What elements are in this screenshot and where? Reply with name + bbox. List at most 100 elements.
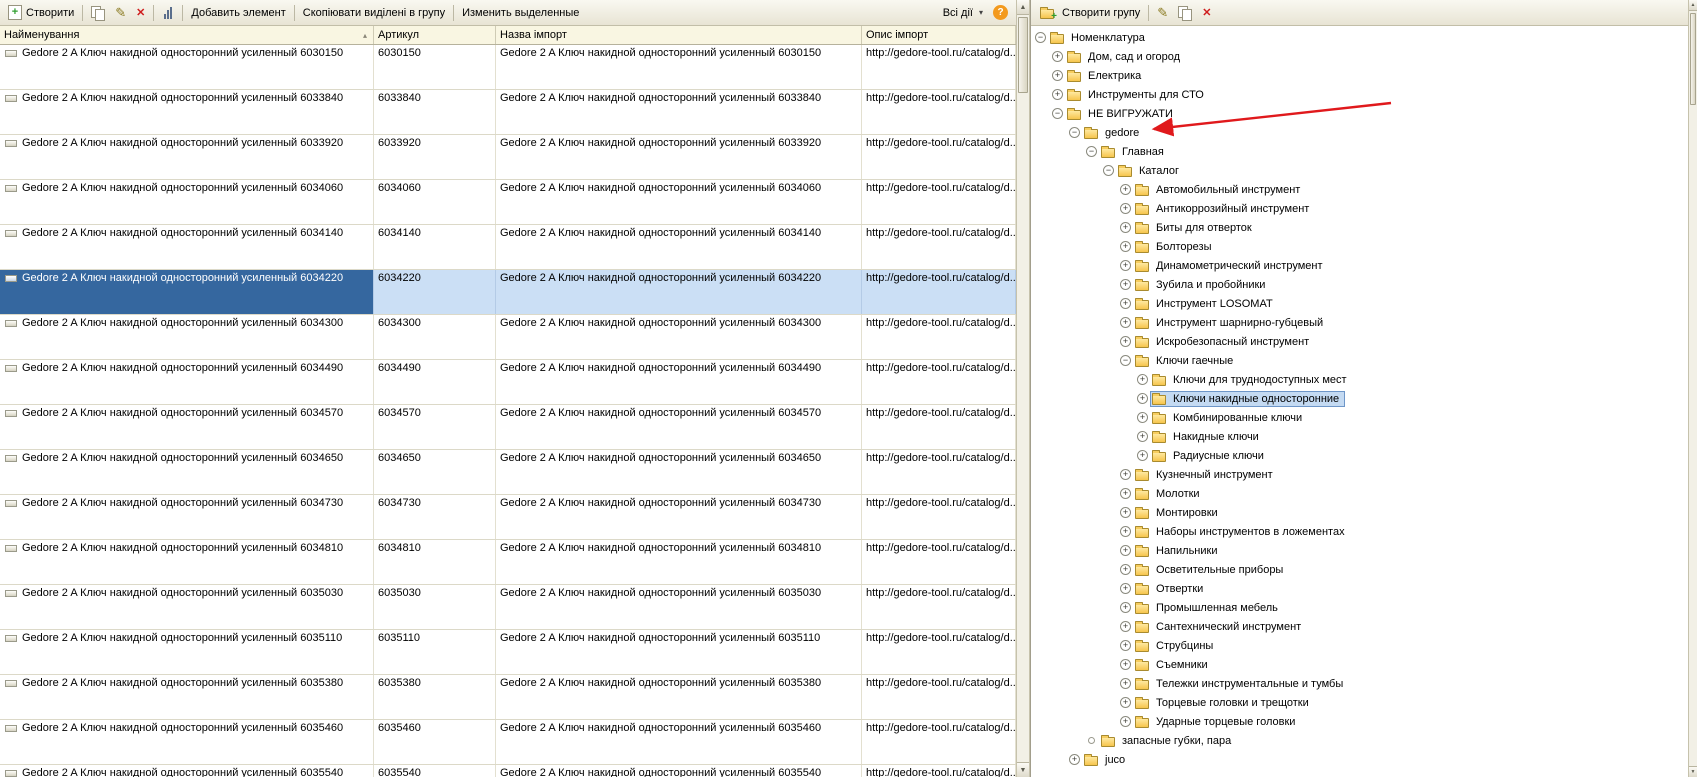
copy-selected-to-group-button[interactable]: Скопіювати виділені в групу	[299, 5, 449, 21]
table-row[interactable]: Gedore 2 A Ключ накидной односторонний у…	[0, 540, 1016, 585]
tree-item-row[interactable]: Струбцины	[1134, 639, 1218, 653]
tree-item[interactable]: + Ключи для труднодоступных мест	[1031, 370, 1688, 389]
tree-item-row[interactable]: Комбинированные ключи	[1151, 411, 1307, 425]
tree-item[interactable]: + Съемники	[1031, 655, 1688, 674]
tree-item-row[interactable]: Ключи накидные односторонние	[1149, 390, 1346, 407]
scroll-down-icon[interactable]: ▼	[1689, 766, 1697, 777]
tree-item[interactable]: + Кузнечный инструмент	[1031, 465, 1688, 484]
tree-item[interactable]: + Торцевые головки и трещотки	[1031, 693, 1688, 712]
expand-plus-icon[interactable]: +	[1120, 678, 1131, 689]
expand-plus-icon[interactable]: +	[1120, 336, 1131, 347]
tree-item[interactable]: + Радиусные ключи	[1031, 446, 1688, 465]
tree-item[interactable]: + Антикоррозийный инструмент	[1031, 199, 1688, 218]
collapse-minus-icon[interactable]: −	[1103, 165, 1114, 176]
tree-item-row[interactable]: Тележки инструментальные и тумбы	[1134, 677, 1348, 691]
expand-plus-icon[interactable]: +	[1120, 184, 1131, 195]
expand-plus-icon[interactable]: +	[1120, 260, 1131, 271]
expand-plus-icon[interactable]: +	[1120, 203, 1131, 214]
expand-plus-icon[interactable]: +	[1120, 659, 1131, 670]
tree-item-row[interactable]: запасные губки, пара	[1100, 734, 1236, 748]
tree-item-row[interactable]: Ударные торцевые головки	[1134, 715, 1300, 729]
tree-item-row[interactable]: Промышленная мебель	[1134, 601, 1283, 615]
column-header-name[interactable]: Найменування ▴	[0, 26, 374, 44]
all-actions-button[interactable]: Всі дії ▾	[939, 5, 987, 21]
list-scrollbar[interactable]: ▲ ▼	[1016, 0, 1030, 777]
expand-plus-icon[interactable]: +	[1120, 317, 1131, 328]
expand-plus-icon[interactable]: +	[1120, 583, 1131, 594]
table-row[interactable]: Gedore 2 A Ключ накидной односторонний у…	[0, 720, 1016, 765]
edit-item-button[interactable]: ✎	[111, 3, 130, 23]
leaf-icon[interactable]	[1088, 737, 1095, 744]
tree-item-row[interactable]: Номенклатура	[1049, 31, 1150, 45]
expand-plus-icon[interactable]: +	[1120, 697, 1131, 708]
create-button[interactable]: + Створити	[4, 3, 78, 22]
scroll-up-icon[interactable]: ▲	[1689, 0, 1697, 11]
tree-scrollbar-thumb[interactable]	[1690, 13, 1696, 105]
tree-item[interactable]: − Номенклатура	[1031, 28, 1688, 47]
table-row[interactable]: Gedore 2 A Ключ накидной односторонний у…	[0, 225, 1016, 270]
tree-item[interactable]: + Искробезопасный инструмент	[1031, 332, 1688, 351]
tree-item[interactable]: − Главная	[1031, 142, 1688, 161]
expand-plus-icon[interactable]: +	[1120, 640, 1131, 651]
tree-item-row[interactable]: Дом, сад и огород	[1066, 50, 1185, 64]
tree-item-row[interactable]: Кузнечный инструмент	[1134, 468, 1278, 482]
tree-item[interactable]: + Струбцины	[1031, 636, 1688, 655]
tree-item[interactable]: − Каталог	[1031, 161, 1688, 180]
expand-plus-icon[interactable]: +	[1120, 298, 1131, 309]
table-row[interactable]: Gedore 2 A Ключ накидной односторонний у…	[0, 405, 1016, 450]
tree-item[interactable]: + Сантехнический инструмент	[1031, 617, 1688, 636]
tree-item[interactable]: + Зубила и пробойники	[1031, 275, 1688, 294]
tree-item-row[interactable]: Наборы инструментов в ложементах	[1134, 525, 1350, 539]
expand-plus-icon[interactable]: +	[1120, 507, 1131, 518]
tree-item-row[interactable]: Молотки	[1134, 487, 1205, 501]
expand-plus-icon[interactable]: +	[1052, 89, 1063, 100]
tree-item[interactable]: + Биты для отверток	[1031, 218, 1688, 237]
tree-item[interactable]: − gedore	[1031, 123, 1688, 142]
expand-plus-icon[interactable]: +	[1120, 716, 1131, 727]
tree-item[interactable]: + Ударные торцевые головки	[1031, 712, 1688, 731]
tree-item[interactable]: + Автомобильный инструмент	[1031, 180, 1688, 199]
tree-item-row[interactable]: Главная	[1100, 145, 1169, 159]
tree-item-row[interactable]: Биты для отверток	[1134, 221, 1257, 235]
table-row[interactable]: Gedore 2 A Ключ накидной односторонний у…	[0, 765, 1016, 777]
tree-item-row[interactable]: Ключи гаечные	[1134, 354, 1238, 368]
tree-item[interactable]: + Комбинированные ключи	[1031, 408, 1688, 427]
tree-item-row[interactable]: Каталог	[1117, 164, 1184, 178]
column-header-import-desc[interactable]: Опис імпорт	[862, 26, 1016, 44]
expand-plus-icon[interactable]: +	[1120, 222, 1131, 233]
tree-item-row[interactable]: Искробезопасный инструмент	[1134, 335, 1314, 349]
tree-item-row[interactable]: Сантехнический инструмент	[1134, 620, 1306, 634]
tree-item[interactable]: запасные губки, пара	[1031, 731, 1688, 750]
tree-item-row[interactable]: Осветительные приборы	[1134, 563, 1288, 577]
tree-item-row[interactable]: Електрика	[1066, 69, 1146, 83]
expand-plus-icon[interactable]: +	[1137, 393, 1148, 404]
copy-item-button[interactable]	[87, 4, 109, 22]
expand-plus-icon[interactable]: +	[1120, 621, 1131, 632]
expand-plus-icon[interactable]: +	[1120, 241, 1131, 252]
collapse-minus-icon[interactable]: −	[1086, 146, 1097, 157]
tree-item-row[interactable]: Напильники	[1134, 544, 1223, 558]
tree-item[interactable]: + Молотки	[1031, 484, 1688, 503]
tree-item[interactable]: − Ключи гаечные	[1031, 351, 1688, 370]
column-header-article[interactable]: Артикул	[374, 26, 496, 44]
table-row[interactable]: Gedore 2 A Ключ накидной односторонний у…	[0, 270, 1016, 315]
tree-item[interactable]: + Напильники	[1031, 541, 1688, 560]
delete-item-button[interactable]: ✕	[132, 4, 149, 21]
table-row[interactable]: Gedore 2 A Ключ накидной односторонний у…	[0, 90, 1016, 135]
tree-item[interactable]: + Електрика	[1031, 66, 1688, 85]
edit-group-button[interactable]: ✎	[1153, 3, 1172, 23]
expand-plus-icon[interactable]: +	[1120, 526, 1131, 537]
tree-item[interactable]: + Отвертки	[1031, 579, 1688, 598]
scroll-up-icon[interactable]: ▲	[1017, 0, 1029, 15]
list-scrollbar-thumb[interactable]	[1018, 17, 1028, 93]
tree-item[interactable]: − НЕ ВИГРУЖАТИ	[1031, 104, 1688, 123]
histogram-button[interactable]	[158, 5, 178, 21]
copy-group-button[interactable]	[1174, 4, 1196, 22]
table-row[interactable]: Gedore 2 A Ключ накидной односторонний у…	[0, 135, 1016, 180]
expand-plus-icon[interactable]: +	[1052, 51, 1063, 62]
tree-item[interactable]: + Болторезы	[1031, 237, 1688, 256]
expand-plus-icon[interactable]: +	[1120, 545, 1131, 556]
expand-plus-icon[interactable]: +	[1069, 754, 1080, 765]
tree-item[interactable]: + Дом, сад и огород	[1031, 47, 1688, 66]
tree-item-row[interactable]: Накидные ключи	[1151, 430, 1264, 444]
